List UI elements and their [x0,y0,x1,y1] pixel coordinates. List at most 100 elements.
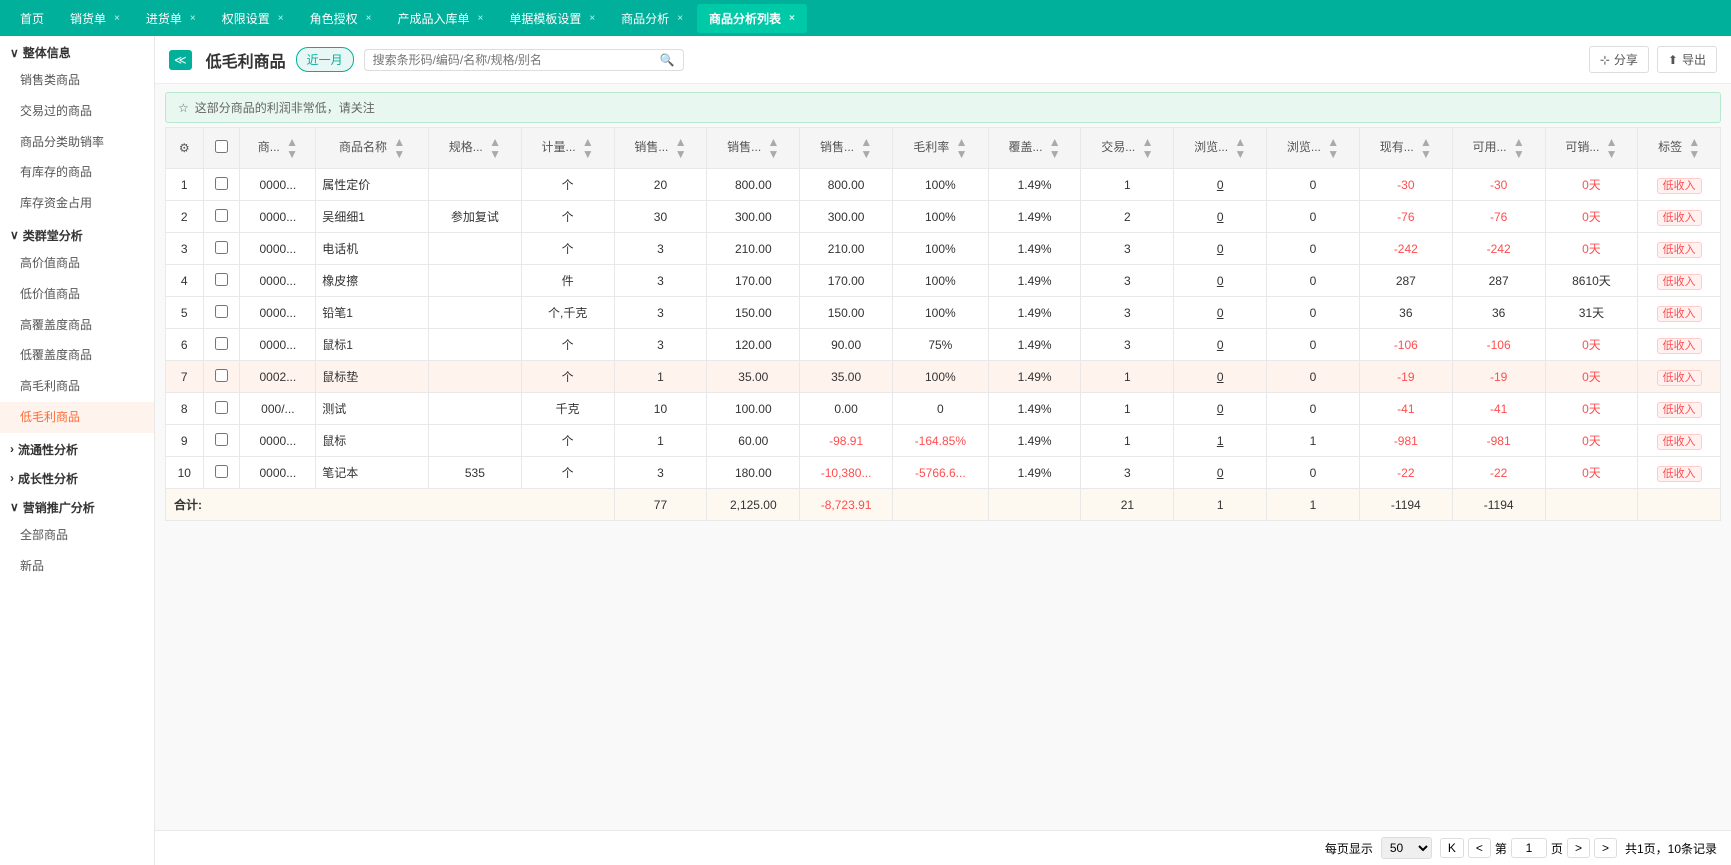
sidebar-group-growth[interactable]: › 成长性分析 [0,462,154,491]
close-icon[interactable]: × [477,13,483,24]
col-tag[interactable]: 标签 ▲▼ [1638,128,1721,169]
col-settings[interactable]: ⚙ [166,128,204,169]
row-view1[interactable]: 0 [1174,201,1267,233]
row-spec [428,265,521,297]
row-checkbox[interactable] [203,201,240,233]
row-checkbox[interactable] [203,233,240,265]
close-icon[interactable]: × [677,13,683,24]
search-icon[interactable]: 🔍 [660,53,675,67]
export-button[interactable]: ⬆ 导出 [1657,46,1717,73]
page-size-select[interactable]: 50 20 100 [1381,837,1432,859]
nav-sales[interactable]: 销货单× [58,4,132,33]
sidebar-collapse-button[interactable]: ≪ [169,50,192,70]
col-code[interactable]: 商... ▲▼ [240,128,316,169]
nav-template[interactable]: 单据模板设置× [497,4,607,33]
close-icon[interactable]: × [366,13,372,24]
col-view2[interactable]: 浏览... ▲▼ [1267,128,1360,169]
sidebar-item-low-coverage[interactable]: 低覆盖度商品 [0,340,154,371]
nav-role[interactable]: 角色授权× [298,4,384,33]
col-sales-profit[interactable]: 销售... ▲▼ [800,128,893,169]
time-filter-button[interactable]: 近一月 [296,47,354,72]
col-unit[interactable]: 计量... ▲▼ [521,128,614,169]
row-sales-qty: 3 [614,233,707,265]
col-available[interactable]: 可用... ▲▼ [1452,128,1545,169]
page-input[interactable] [1511,838,1547,858]
sidebar-item-category-rate[interactable]: 商品分类助销率 [0,127,154,158]
sidebar-item-high-coverage[interactable]: 高覆盖度商品 [0,310,154,341]
next-page-button[interactable]: > [1567,838,1590,858]
col-spec[interactable]: 规格... ▲▼ [428,128,521,169]
row-checkbox[interactable] [203,297,240,329]
sidebar-item-new-products[interactable]: 新品 [0,551,154,582]
row-checkbox[interactable] [203,329,240,361]
row-spec [428,393,521,425]
row-spec [428,297,521,329]
row-checkbox[interactable] [203,169,240,201]
close-icon[interactable]: × [278,13,284,24]
close-icon[interactable]: × [114,13,120,24]
row-checkbox[interactable] [203,265,240,297]
sidebar-item-high-value[interactable]: 高价值商品 [0,248,154,279]
row-code: 0000... [240,169,316,201]
close-icon[interactable]: × [190,13,196,24]
col-sales-price[interactable]: 销售... ▲▼ [707,128,800,169]
sidebar-item-traded[interactable]: 交易过的商品 [0,96,154,127]
row-view1[interactable]: 0 [1174,265,1267,297]
sidebar-item-all-products[interactable]: 全部商品 [0,520,154,551]
sidebar-group-marketing[interactable]: ∨ 营销推广分析 [0,491,154,520]
nav-purchase[interactable]: 进货单× [134,4,208,33]
nav-analysis-list[interactable]: 商品分析列表× [697,4,807,33]
col-gross-margin[interactable]: 毛利率 ▲▼ [893,128,989,169]
warning-icon: ☆ [178,101,189,115]
row-unit: 件 [521,265,614,297]
sidebar-item-low-margin[interactable]: 低毛利商品 [0,402,154,433]
row-view1[interactable]: 0 [1174,329,1267,361]
col-current[interactable]: 现有... ▲▼ [1359,128,1452,169]
search-input[interactable] [373,53,660,67]
row-view1[interactable]: 0 [1174,297,1267,329]
nav-product-entry[interactable]: 产成品入库单× [385,4,495,33]
sidebar-group-circulation[interactable]: › 流通性分析 [0,433,154,462]
row-tag: 低收入 [1638,233,1721,265]
chevron-right-icon: › [10,442,14,456]
sidebar-item-in-stock[interactable]: 有库存的商品 [0,157,154,188]
col-view1[interactable]: 浏览... ▲▼ [1174,128,1267,169]
sidebar-group-cluster[interactable]: ∨ 类群堂分析 [0,219,154,248]
col-checkbox[interactable] [203,128,240,169]
sidebar-item-high-margin[interactable]: 高毛利商品 [0,371,154,402]
last-page-button[interactable]: > [1594,838,1617,858]
row-tag: 低收入 [1638,201,1721,233]
row-view1[interactable]: 1 [1174,425,1267,457]
select-all-checkbox[interactable] [215,140,228,153]
row-checkbox[interactable] [203,393,240,425]
nav-home[interactable]: 首页 [8,4,56,33]
prev-page-button[interactable]: < [1468,838,1491,858]
sidebar-group-overall[interactable]: ∨ 整体信息 [0,36,154,65]
nav-permission[interactable]: 权限设置× [210,4,296,33]
table-body: 1 0000... 属性定价 个 20 800.00 800.00 100% 1… [166,169,1721,489]
col-coverage[interactable]: 覆盖... ▲▼ [988,128,1081,169]
nav-product-analysis[interactable]: 商品分析× [609,4,695,33]
col-name[interactable]: 商品名称 ▲▼ [316,128,429,169]
sidebar-item-low-value[interactable]: 低价值商品 [0,279,154,310]
row-coverage: 1.49% [988,361,1081,393]
row-view1[interactable]: 0 [1174,457,1267,489]
col-sales-qty[interactable]: 销售... ▲▼ [614,128,707,169]
share-button[interactable]: ⊹ 分享 [1589,46,1649,73]
row-checkbox[interactable] [203,425,240,457]
row-no: 1 [166,169,204,201]
row-checkbox[interactable] [203,457,240,489]
sidebar-item-sales-products[interactable]: 销售类商品 [0,65,154,96]
row-view1[interactable]: 0 [1174,393,1267,425]
close-icon[interactable]: × [589,13,595,24]
row-checkbox[interactable] [203,361,240,393]
col-sellable[interactable]: 可销... ▲▼ [1545,128,1638,169]
first-page-button[interactable]: K [1440,838,1464,858]
close-icon[interactable]: × [789,13,795,24]
row-view1[interactable]: 0 [1174,233,1267,265]
col-trade[interactable]: 交易... ▲▼ [1081,128,1174,169]
row-view1[interactable]: 0 [1174,361,1267,393]
sidebar-item-capital[interactable]: 库存资金占用 [0,188,154,219]
row-view1[interactable]: 0 [1174,169,1267,201]
row-code: 0000... [240,329,316,361]
